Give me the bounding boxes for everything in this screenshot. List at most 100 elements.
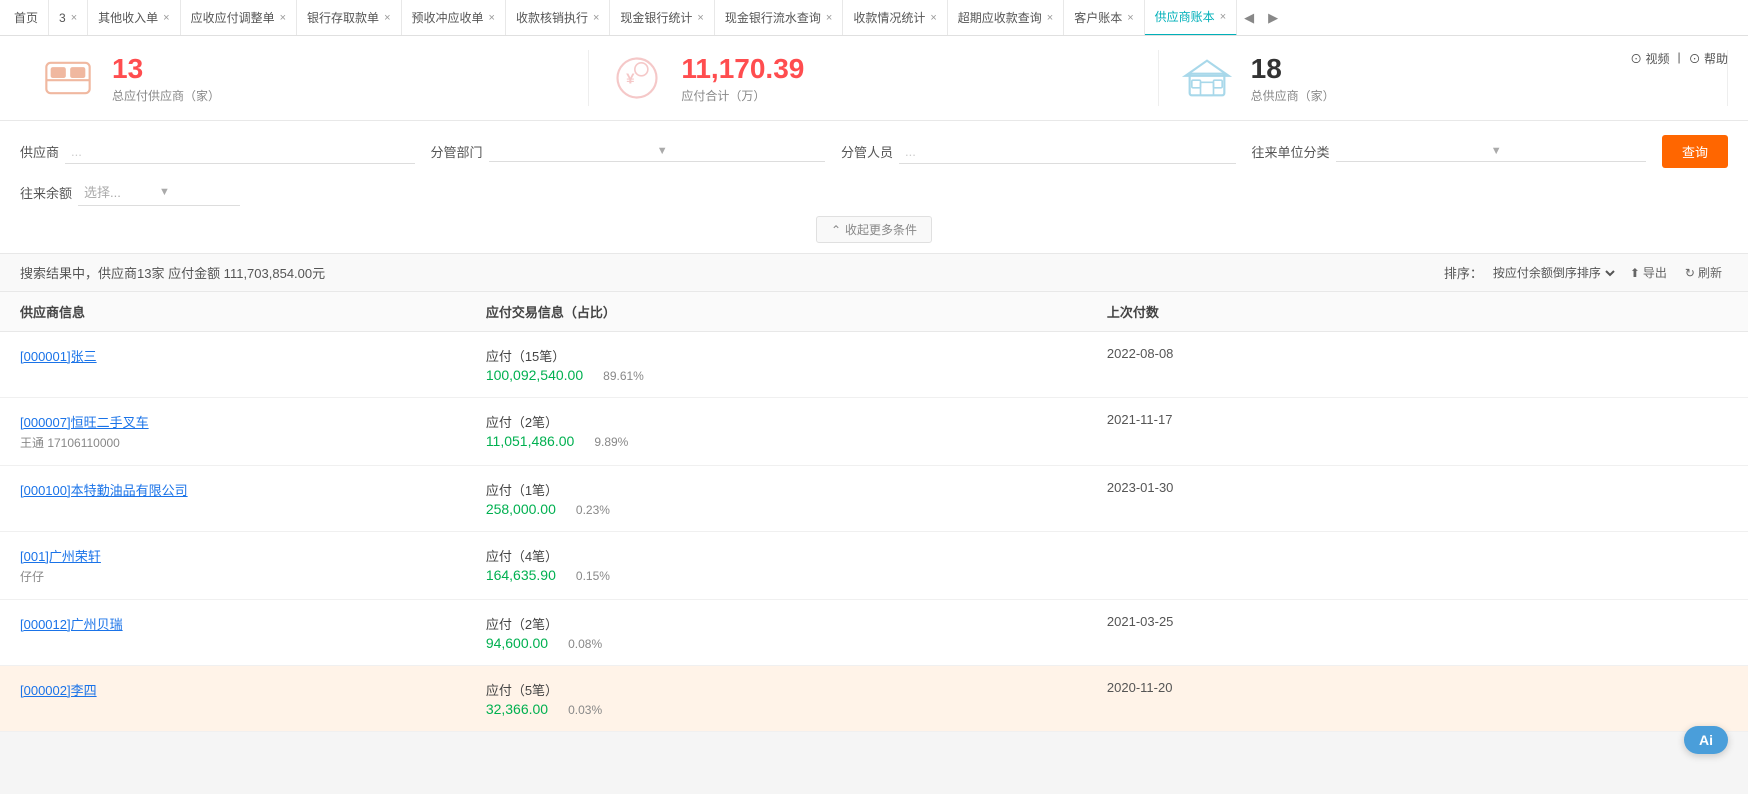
refresh-icon: ↻ — [1685, 266, 1695, 280]
col-header-extra — [1573, 302, 1728, 321]
table-row[interactable]: [001]广州荣轩 仔仔 应付（4笔） 164,635.90 0.15% — [0, 532, 1748, 600]
lastpay-date: 2023-01-30 — [1107, 480, 1174, 495]
nav-tab-custbook[interactable]: 客户账本 × — [1064, 0, 1144, 36]
sort-select[interactable]: 按应付余额倒序排序 按应付余额正序排序 — [1489, 265, 1618, 281]
sort-label: 排序： — [1444, 263, 1483, 282]
lastpay-cell: 2023-01-30 — [1107, 480, 1573, 495]
transaction-amount: 11,051,486.00 — [486, 433, 575, 449]
svg-text:¥: ¥ — [626, 70, 635, 87]
nav-tab-supbook-close[interactable]: × — [1220, 11, 1226, 23]
nav-tab-overdue[interactable]: 超期应收款查询 × — [948, 0, 1064, 36]
transaction-info: 应付（5笔） — [486, 680, 1107, 699]
nav-tab-3-close[interactable]: × — [71, 12, 77, 24]
nav-tab-cashflow-close[interactable]: × — [826, 12, 832, 24]
nav-tab-income-label: 其他收入单 — [98, 9, 158, 26]
supplier-sub: 仔仔 — [20, 568, 486, 585]
stat-info-total: 18 总供应商（家） — [1251, 52, 1335, 105]
refresh-button[interactable]: ↻ 刷新 — [1679, 262, 1728, 283]
filter-supplier-label: 供应商 — [20, 142, 59, 161]
table-row[interactable]: [000100]本特勤油品有限公司 应付（1笔） 258,000.00 0.23… — [0, 466, 1748, 532]
nav-tab-verify[interactable]: 收款核销执行 × — [506, 0, 610, 36]
nav-tab-custbook-close[interactable]: × — [1127, 12, 1133, 24]
help-link[interactable]: ⊙ 帮助 — [1689, 50, 1728, 67]
transaction-amount-row: 164,635.90 0.15% — [486, 565, 1107, 583]
collapse-up-icon: ⌃ — [831, 223, 841, 237]
nav-tab-adjust-close[interactable]: × — [280, 12, 286, 24]
supplier-link[interactable]: [001]广州荣轩 — [20, 546, 486, 565]
transaction-info: 应付（2笔） — [486, 614, 1107, 633]
nav-prev-button[interactable]: ◀ — [1237, 0, 1261, 36]
nav-tab-cashflow[interactable]: 现金银行流水查询 × — [715, 0, 843, 36]
nav-tab-bank[interactable]: 银行存取款单 × — [297, 0, 401, 36]
nav-tab-cashstat-close[interactable]: × — [697, 12, 703, 24]
nav-tab-collstat-close[interactable]: × — [930, 12, 936, 24]
stat-number-suppliers: 13 — [112, 52, 220, 86]
nav-tab-adjust[interactable]: 应收应付调整单 × — [181, 0, 297, 36]
nav-tab-supbook[interactable]: 供应商账本 × — [1145, 0, 1237, 36]
transaction-cell: 应付（5笔） 32,366.00 0.03% — [486, 680, 1107, 717]
stat-block-suppliers: ¥ ¥ 13 总应付供应商（家） — [20, 50, 589, 106]
table-row[interactable]: [000007]恒旺二手叉车 王通 17106110000 应付（2笔） 11,… — [0, 398, 1748, 466]
transaction-amount-row: 100,092,540.00 89.61% — [486, 365, 1107, 383]
table-row[interactable]: [000001]张三 应付（15笔） 100,092,540.00 89.61%… — [0, 332, 1748, 398]
supplier-sub: 王通 17106110000 — [20, 434, 486, 451]
transaction-info: 应付（15笔） — [486, 346, 1107, 365]
nav-tab-cashstat[interactable]: 现金银行统计 × — [610, 0, 714, 36]
transaction-info: 应付（1笔） — [486, 480, 1107, 499]
filter-balance-placeholder: 选择... — [84, 182, 159, 201]
supplier-link[interactable]: [000012]广州贝瑞 — [20, 614, 486, 633]
supplier-icon: ¥ ¥ — [40, 50, 96, 106]
transaction-cell: 应付（2笔） 94,600.00 0.08% — [486, 614, 1107, 651]
nav-tab-income-close[interactable]: × — [163, 12, 169, 24]
nav-tab-collstat[interactable]: 收款情况统计 × — [843, 0, 947, 36]
filter-dept-label: 分管部门 — [431, 142, 483, 161]
nav-tab-verify-close[interactable]: × — [593, 12, 599, 24]
col-header-transaction: 应付交易信息（占比） — [486, 302, 1107, 321]
filter-dept-dropdown[interactable]: ▼ — [489, 141, 825, 162]
nav-tab-3[interactable]: 3 × — [49, 0, 88, 36]
search-button[interactable]: 查询 — [1662, 135, 1728, 168]
ai-badge[interactable]: Ai — [1684, 726, 1728, 754]
filter-balance-dropdown[interactable]: 选择... ▼ — [78, 178, 240, 206]
filter-category-dropdown[interactable]: ▼ — [1336, 141, 1646, 162]
transaction-info: 应付（2笔） — [486, 412, 1107, 431]
filter-category-arrow-icon: ▼ — [1491, 145, 1640, 157]
supplier-cell: [000007]恒旺二手叉车 王通 17106110000 — [20, 412, 486, 451]
nav-tab-bank-close[interactable]: × — [384, 12, 390, 24]
nav-tab-income[interactable]: 其他收入单 × — [88, 0, 180, 36]
transaction-amount-row: 94,600.00 0.08% — [486, 633, 1107, 651]
transaction-amount: 32,366.00 — [486, 701, 548, 717]
nav-tab-overdue-close[interactable]: × — [1047, 12, 1053, 24]
nav-next-button[interactable]: ▶ — [1261, 0, 1285, 36]
supplier-cell: [000002]李四 — [20, 680, 486, 699]
supplier-cell: [000100]本特勤油品有限公司 — [20, 480, 486, 499]
export-button[interactable]: ⬆ 导出 — [1624, 262, 1673, 283]
nav-tab-supbook-label: 供应商账本 — [1155, 8, 1215, 25]
stat-label-total: 总供应商（家） — [1251, 87, 1335, 104]
nav-tab-verify-label: 收款核销执行 — [516, 9, 588, 26]
filter-item-person: 分管人员 — [841, 140, 1236, 164]
video-link[interactable]: ⊙ 视频 — [1630, 50, 1669, 67]
nav-tab-prepay-close[interactable]: × — [489, 12, 495, 24]
result-summary-text: 搜索结果中，供应商13家 应付金额 111,703,854.00元 — [20, 263, 325, 282]
stat-info-suppliers: 13 总应付供应商（家） — [112, 52, 220, 105]
filter-balance-arrow-icon: ▼ — [159, 186, 234, 198]
result-bar: 搜索结果中，供应商13家 应付金额 111,703,854.00元 排序： 按应… — [0, 254, 1748, 292]
table-row[interactable]: [000002]李四 应付（5笔） 32,366.00 0.03% 2020-1… — [0, 666, 1748, 732]
stat-number-total: 18 — [1251, 52, 1335, 86]
nav-tab-prepay[interactable]: 预收冲应收单 × — [402, 0, 506, 36]
nav-tab-home[interactable]: 首页 — [4, 0, 49, 36]
collapse-filter-button[interactable]: ⌃ 收起更多条件 — [816, 216, 932, 243]
supplier-link[interactable]: [000002]李四 — [20, 680, 486, 699]
result-bar-actions: 排序： 按应付余额倒序排序 按应付余额正序排序 ⬆ 导出 ↻ 刷新 — [1444, 262, 1728, 283]
supplier-link[interactable]: [000007]恒旺二手叉车 — [20, 412, 486, 431]
filter-person-input[interactable] — [899, 140, 1235, 164]
table-row[interactable]: [000012]广州贝瑞 应付（2笔） 94,600.00 0.08% 2021… — [0, 600, 1748, 666]
filter-supplier-input[interactable] — [65, 140, 414, 164]
supplier-link[interactable]: [000001]张三 — [20, 346, 486, 365]
store-icon — [1179, 50, 1235, 106]
supplier-link[interactable]: [000100]本特勤油品有限公司 — [20, 480, 486, 499]
filter-dept-arrow-icon: ▼ — [657, 145, 819, 157]
nav-tab-prepay-label: 预收冲应收单 — [412, 9, 484, 26]
filter-balance-label: 往来余额 — [20, 183, 72, 202]
